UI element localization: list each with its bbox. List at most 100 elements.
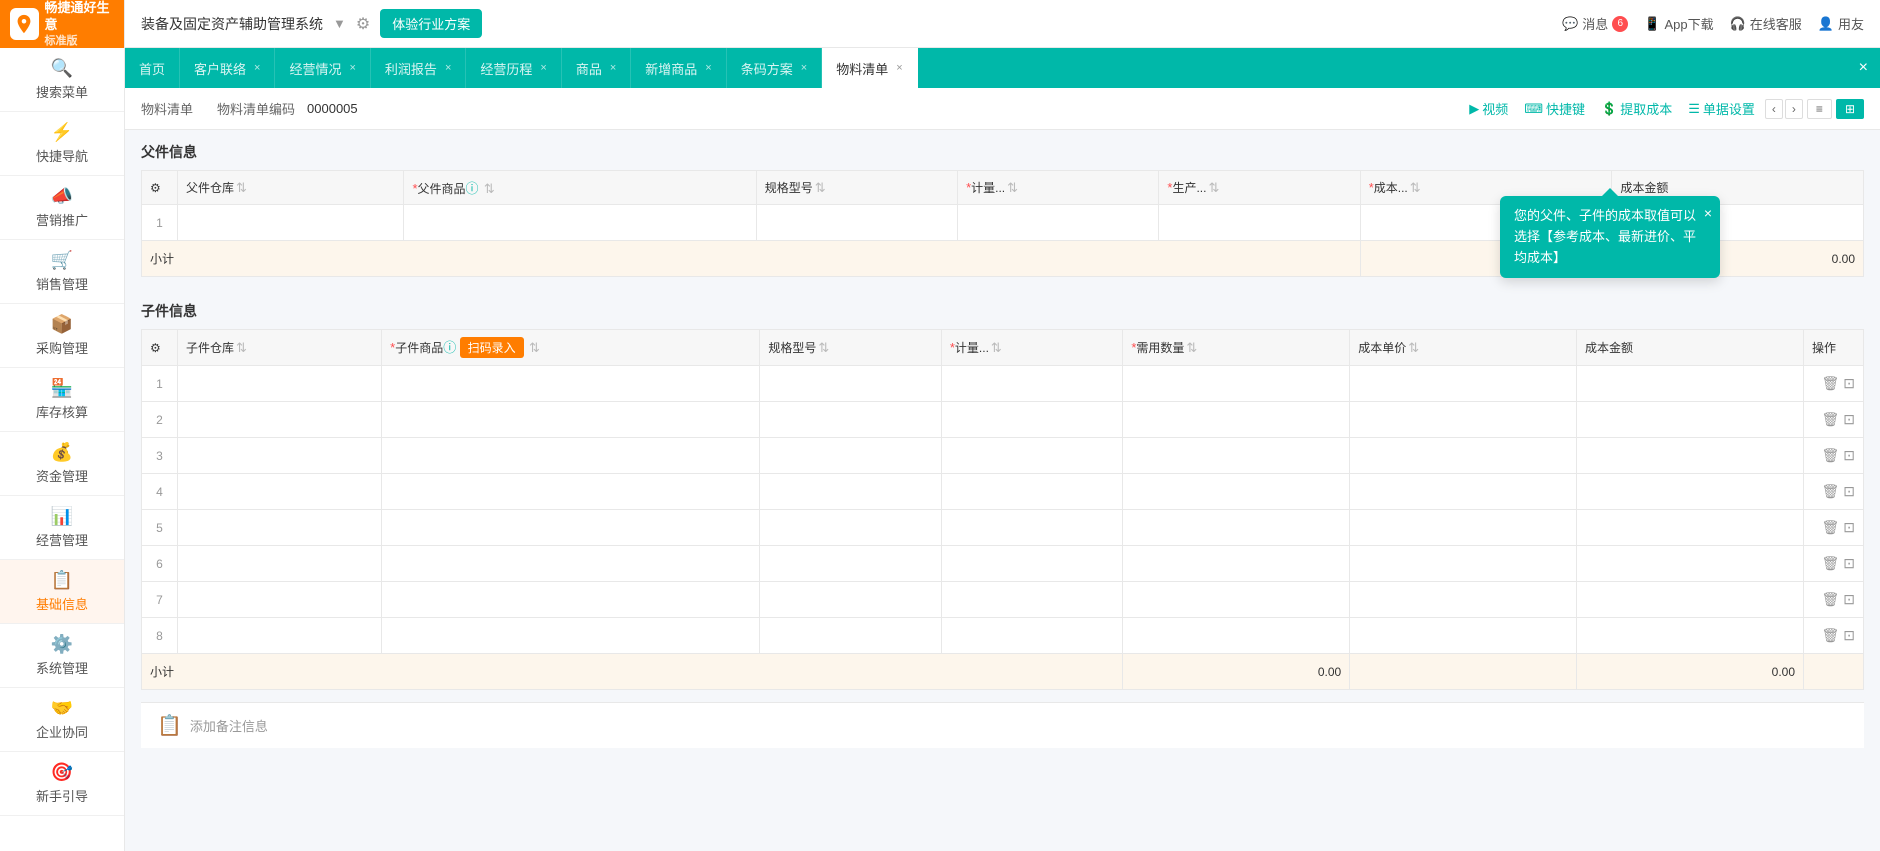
message-item[interactable]: 💬 消息 6 (1562, 14, 1628, 33)
child-warehouse-8[interactable] (178, 618, 382, 654)
child-unit-4[interactable] (941, 474, 1122, 510)
child-warehouse-2[interactable] (178, 402, 382, 438)
child-cost-price-2[interactable] (1350, 402, 1577, 438)
tab-operations-close[interactable]: × (349, 62, 355, 74)
child-spec-1[interactable] (760, 366, 941, 402)
tab-bom-close[interactable]: × (896, 62, 902, 74)
child-qty-5[interactable] (1123, 510, 1350, 546)
tab-customer[interactable]: 客户联络 × (180, 48, 275, 88)
tab-goods-close[interactable]: × (610, 62, 616, 74)
delete-icon-3[interactable]: 🗑 (1821, 447, 1839, 464)
tab-history-close[interactable]: × (540, 62, 546, 74)
child-product-8[interactable] (382, 618, 760, 654)
prev-button[interactable]: ‹ (1765, 99, 1783, 119)
child-product-6[interactable] (382, 546, 760, 582)
child-spec-8[interactable] (760, 618, 941, 654)
sidebar-item-guide[interactable]: 🎯 新手引导 (0, 752, 124, 816)
delete-icon-7[interactable]: 🗑 (1821, 591, 1839, 608)
child-spec-5[interactable] (760, 510, 941, 546)
child-cost-price-5[interactable] (1350, 510, 1577, 546)
sidebar-item-cooperation[interactable]: 🤝 企业协同 (0, 688, 124, 752)
sidebar-item-marketing[interactable]: 📣 营销推广 (0, 176, 124, 240)
child-cost-price-3[interactable] (1350, 438, 1577, 474)
child-spec-7[interactable] (760, 582, 941, 618)
shortcut-button[interactable]: ⌨ 快捷键 (1518, 96, 1591, 121)
child-product-4[interactable] (382, 474, 760, 510)
tab-new-goods[interactable]: 新增商品 × (631, 48, 726, 88)
parent-produce[interactable] (1159, 205, 1360, 241)
copy-icon-5[interactable]: ⊡ (1843, 519, 1855, 536)
child-cost-price-1[interactable] (1350, 366, 1577, 402)
card-view-button[interactable]: ⊞ (1836, 99, 1864, 119)
copy-icon-7[interactable]: ⊡ (1843, 591, 1855, 608)
child-warehouse-3[interactable] (178, 438, 382, 474)
child-qty-3[interactable] (1123, 438, 1350, 474)
copy-icon-4[interactable]: ⊡ (1843, 483, 1855, 500)
child-spec-3[interactable] (760, 438, 941, 474)
child-col-settings[interactable]: ⚙ (142, 330, 178, 366)
child-qty-1[interactable] (1123, 366, 1350, 402)
child-cost-price-4[interactable] (1350, 474, 1577, 510)
service-item[interactable]: 🎧 在线客服 (1730, 14, 1802, 33)
copy-icon-3[interactable]: ⊡ (1843, 447, 1855, 464)
tab-barcode-close[interactable]: × (801, 62, 807, 74)
child-unit-2[interactable] (941, 402, 1122, 438)
sidebar-item-purchase[interactable]: 📦 采购管理 (0, 304, 124, 368)
child-warehouse-4[interactable] (178, 474, 382, 510)
tab-goods[interactable]: 商品 × (562, 48, 631, 88)
cost-button[interactable]: 💲 提取成本 (1595, 96, 1678, 121)
tab-customer-close[interactable]: × (254, 62, 260, 74)
sidebar-item-quick-nav[interactable]: ⚡ 快捷导航 (0, 112, 124, 176)
child-warehouse-5[interactable] (178, 510, 382, 546)
child-qty-7[interactable] (1123, 582, 1350, 618)
tab-home[interactable]: 首页 (125, 48, 180, 88)
child-qty-8[interactable] (1123, 618, 1350, 654)
child-product-2[interactable] (382, 402, 760, 438)
tab-bom[interactable]: 物料清单 × (822, 48, 917, 88)
breadcrumb-bom[interactable]: 物料清单 (141, 99, 193, 118)
setting-button[interactable]: ☰ 单据设置 (1682, 96, 1761, 121)
delete-icon-8[interactable]: 🗑 (1821, 627, 1839, 644)
child-cost-price-6[interactable] (1350, 546, 1577, 582)
child-product-1[interactable] (382, 366, 760, 402)
delete-icon-6[interactable]: 🗑 (1821, 555, 1839, 572)
list-view-button[interactable]: ≡ (1807, 99, 1832, 119)
app-item[interactable]: 📱 App下载 (1644, 14, 1713, 33)
sidebar-item-finance[interactable]: 💰 资金管理 (0, 432, 124, 496)
child-unit-6[interactable] (941, 546, 1122, 582)
child-product-7[interactable] (382, 582, 760, 618)
parent-col-settings[interactable]: ⚙ (142, 171, 178, 205)
delete-icon-1[interactable]: 🗑 (1821, 375, 1839, 392)
scan-button[interactable]: 扫码录入 (460, 337, 524, 358)
parent-warehouse[interactable] (178, 205, 404, 241)
next-button[interactable]: › (1785, 99, 1803, 119)
tab-barcode[interactable]: 条码方案 × (727, 48, 822, 88)
dropdown-icon[interactable]: ▼ (333, 16, 346, 31)
sidebar-item-sales[interactable]: 🛒 销售管理 (0, 240, 124, 304)
tab-new-goods-close[interactable]: × (705, 62, 711, 74)
tab-profit-close[interactable]: × (445, 62, 451, 74)
sidebar-item-search[interactable]: 🔍 搜索菜单 (0, 48, 124, 112)
child-warehouse-1[interactable] (178, 366, 382, 402)
sidebar-item-operation[interactable]: 📊 经营管理 (0, 496, 124, 560)
delete-icon-2[interactable]: 🗑 (1821, 411, 1839, 428)
child-spec-2[interactable] (760, 402, 941, 438)
delete-icon-5[interactable]: 🗑 (1821, 519, 1839, 536)
child-product-5[interactable] (382, 510, 760, 546)
tab-profit[interactable]: 利润报告 × (371, 48, 466, 88)
parent-spec[interactable] (756, 205, 957, 241)
parent-product[interactable] (404, 205, 756, 241)
gear-icon[interactable]: ⚙ (356, 14, 370, 34)
child-qty-6[interactable] (1123, 546, 1350, 582)
child-unit-8[interactable] (941, 618, 1122, 654)
notes-label[interactable]: 添加备注信息 (190, 716, 268, 735)
view-button[interactable]: ▶ 视频 (1463, 96, 1514, 121)
child-cost-price-7[interactable] (1350, 582, 1577, 618)
sidebar-item-inventory[interactable]: 🏪 库存核算 (0, 368, 124, 432)
parent-unit[interactable] (958, 205, 1159, 241)
child-warehouse-7[interactable] (178, 582, 382, 618)
sidebar-item-system[interactable]: ⚙️ 系统管理 (0, 624, 124, 688)
tab-operations[interactable]: 经营情况 × (275, 48, 370, 88)
copy-icon-6[interactable]: ⊡ (1843, 555, 1855, 572)
child-product-3[interactable] (382, 438, 760, 474)
